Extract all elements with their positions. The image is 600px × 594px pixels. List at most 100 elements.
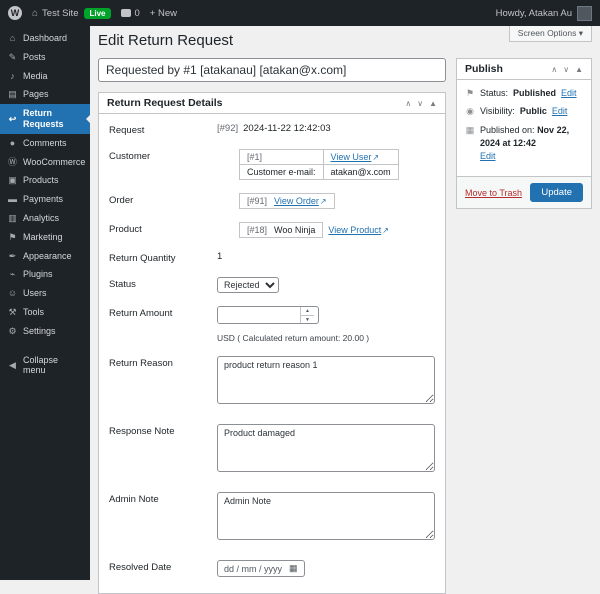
sidebar-item-return-requests[interactable]: ↩ Return Requests bbox=[0, 104, 90, 134]
avatar[interactable] bbox=[577, 6, 592, 21]
sidebar-item-posts[interactable]: ✎ Posts bbox=[0, 48, 90, 67]
pages-icon: ▤ bbox=[7, 89, 18, 100]
screen-options-button[interactable]: Screen Options ▾ bbox=[509, 26, 592, 42]
marketing-icon: ⚑ bbox=[7, 232, 18, 243]
customer-id: [#1] bbox=[247, 152, 262, 162]
amount-suffix: USD ( Calculated return amount: 20.00 ) bbox=[217, 329, 369, 343]
spinner-down-icon[interactable]: ▼ bbox=[301, 316, 314, 324]
quantity-label: Return Quantity bbox=[109, 251, 217, 264]
edit-visibility-link[interactable]: Edit bbox=[552, 106, 568, 116]
post-title-input[interactable] bbox=[98, 58, 446, 82]
woocommerce-icon: Ⓦ bbox=[7, 157, 18, 168]
return-amount-input[interactable] bbox=[218, 307, 300, 323]
sidebar-item-label: Tools bbox=[23, 307, 44, 318]
view-product-link[interactable]: View Product bbox=[328, 225, 381, 235]
admin-bar: W ⌂ Test Site Live 0 + New Howdy, Atakan… bbox=[0, 0, 600, 26]
sidebar-item-products[interactable]: ▣ Products bbox=[0, 171, 90, 190]
view-user-link[interactable]: View User bbox=[331, 152, 372, 162]
publish-status-row: ⚑ Status: Published Edit bbox=[465, 88, 583, 99]
product-label: Product bbox=[109, 222, 217, 238]
publish-box-header[interactable]: Publish ∧ ∨ ▲ bbox=[457, 59, 591, 80]
field-status: Status Rejected bbox=[109, 277, 435, 293]
edit-status-link[interactable]: Edit bbox=[561, 88, 577, 98]
customer-email-label: Customer e-mail: bbox=[247, 167, 316, 177]
field-response: Response Note Product damaged bbox=[109, 424, 435, 472]
published-on-label: Published on: bbox=[480, 125, 535, 135]
sidebar-item-label: Marketing bbox=[23, 232, 63, 243]
dashboard-icon: ⌂ bbox=[7, 33, 18, 44]
publish-status-value: Published bbox=[513, 88, 556, 98]
site-name: Test Site bbox=[42, 8, 78, 19]
details-box-title: Return Request Details bbox=[107, 97, 223, 109]
update-button[interactable]: Update bbox=[530, 183, 583, 202]
comments-menu[interactable]: 0 bbox=[121, 8, 140, 19]
sidebar-item-marketing[interactable]: ⚑ Marketing bbox=[0, 228, 90, 247]
appearance-icon: ✒ bbox=[7, 251, 18, 262]
product-box: [#18] Woo Ninja bbox=[239, 222, 323, 238]
toggle-panel-icon[interactable]: ▲ bbox=[575, 65, 583, 74]
settings-icon: ⚙ bbox=[7, 326, 18, 337]
sidebar-item-woocommerce[interactable]: Ⓦ WooCommerce bbox=[0, 153, 90, 172]
sidebar-item-payments[interactable]: ▬ Payments bbox=[0, 190, 90, 209]
sidebar-item-dashboard[interactable]: ⌂ Dashboard bbox=[0, 29, 90, 48]
sidebar-item-pages[interactable]: ▤ Pages bbox=[0, 85, 90, 104]
sidebar-item-label: Return Requests bbox=[23, 108, 83, 130]
visibility-label: Visibility: bbox=[480, 106, 515, 116]
sidebar-item-media[interactable]: ♪ Media bbox=[0, 67, 90, 86]
order-up-icon[interactable]: ∧ bbox=[405, 99, 411, 108]
collapse-menu[interactable]: ◀ Collapse menu bbox=[0, 351, 90, 381]
publish-box-title: Publish bbox=[465, 63, 503, 75]
sidebar-item-tools[interactable]: ⚒ Tools bbox=[0, 303, 90, 322]
publish-status-label: Status: bbox=[480, 88, 508, 98]
sidebar-item-comments[interactable]: ● Comments bbox=[0, 134, 90, 153]
plugins-icon: ⌁ bbox=[7, 269, 18, 280]
sidebar-item-label: Posts bbox=[23, 52, 46, 63]
view-order-link[interactable]: View Order bbox=[274, 196, 319, 206]
edit-published-date-link[interactable]: Edit bbox=[480, 151, 496, 161]
resolved-date-input[interactable]: dd / mm / yyyy ▦ bbox=[217, 560, 305, 577]
product-id: [#18] bbox=[247, 225, 267, 235]
admin-note-textarea[interactable]: Admin Note bbox=[217, 492, 435, 540]
return-reason-textarea[interactable]: product return reason 1 bbox=[217, 356, 435, 404]
wordpress-menu[interactable]: W bbox=[8, 6, 22, 20]
sidebar-item-settings[interactable]: ⚙ Settings bbox=[0, 322, 90, 341]
sidebar-item-label: Products bbox=[23, 175, 59, 186]
order-id: [#91] bbox=[247, 196, 267, 206]
toggle-panel-icon[interactable]: ▲ bbox=[429, 99, 437, 108]
sidebar-item-label: Comments bbox=[23, 138, 67, 149]
return-requests-icon: ↩ bbox=[7, 114, 18, 125]
status-select[interactable]: Rejected bbox=[217, 277, 279, 293]
order-down-icon[interactable]: ∨ bbox=[563, 65, 569, 74]
request-id: [#92] bbox=[217, 123, 238, 134]
resolved-date-value: dd / mm / yyyy bbox=[224, 564, 282, 574]
site-name-menu[interactable]: ⌂ Test Site bbox=[32, 8, 78, 19]
spinner-up-icon[interactable]: ▲ bbox=[301, 307, 314, 316]
calendar-icon: ▦ bbox=[289, 563, 298, 574]
details-box-header[interactable]: Return Request Details ∧ ∨ ▲ bbox=[99, 93, 445, 114]
posts-icon: ✎ bbox=[7, 52, 18, 63]
order-down-icon[interactable]: ∨ bbox=[417, 99, 423, 108]
sidebar-item-plugins[interactable]: ⌁ Plugins bbox=[0, 265, 90, 284]
external-link-icon: ↗ bbox=[382, 226, 389, 235]
sidebar-item-label: Pages bbox=[23, 89, 49, 100]
sidebar-item-label: Settings bbox=[23, 326, 56, 337]
visibility-value: Public bbox=[520, 106, 547, 116]
field-reason: Return Reason product return reason 1 bbox=[109, 356, 435, 404]
response-note-textarea[interactable]: Product damaged bbox=[217, 424, 435, 472]
sidebar-item-analytics[interactable]: ▥ Analytics bbox=[0, 209, 90, 228]
comments-icon: ● bbox=[7, 138, 18, 149]
amount-label: Return Amount bbox=[109, 306, 217, 343]
move-to-trash-link[interactable]: Move to Trash bbox=[465, 188, 522, 198]
order-up-icon[interactable]: ∧ bbox=[551, 65, 557, 74]
sidebar-item-label: Users bbox=[23, 288, 47, 299]
new-content-menu[interactable]: + New bbox=[150, 8, 177, 19]
return-amount-field: ▲ ▼ bbox=[217, 306, 319, 324]
field-order: Order [#91] View Order↗ bbox=[109, 193, 435, 209]
sidebar-item-appearance[interactable]: ✒ Appearance bbox=[0, 247, 90, 266]
sidebar-item-label: Appearance bbox=[23, 251, 72, 262]
customer-table: [#1] View User↗ Customer e-mail: atakan@… bbox=[239, 149, 399, 180]
home-icon: ⌂ bbox=[32, 8, 38, 19]
sidebar-item-users[interactable]: ☺ Users bbox=[0, 284, 90, 303]
sidebar-item-label: Payments bbox=[23, 194, 63, 205]
howdy-menu[interactable]: Howdy, Atakan Au bbox=[496, 8, 572, 19]
